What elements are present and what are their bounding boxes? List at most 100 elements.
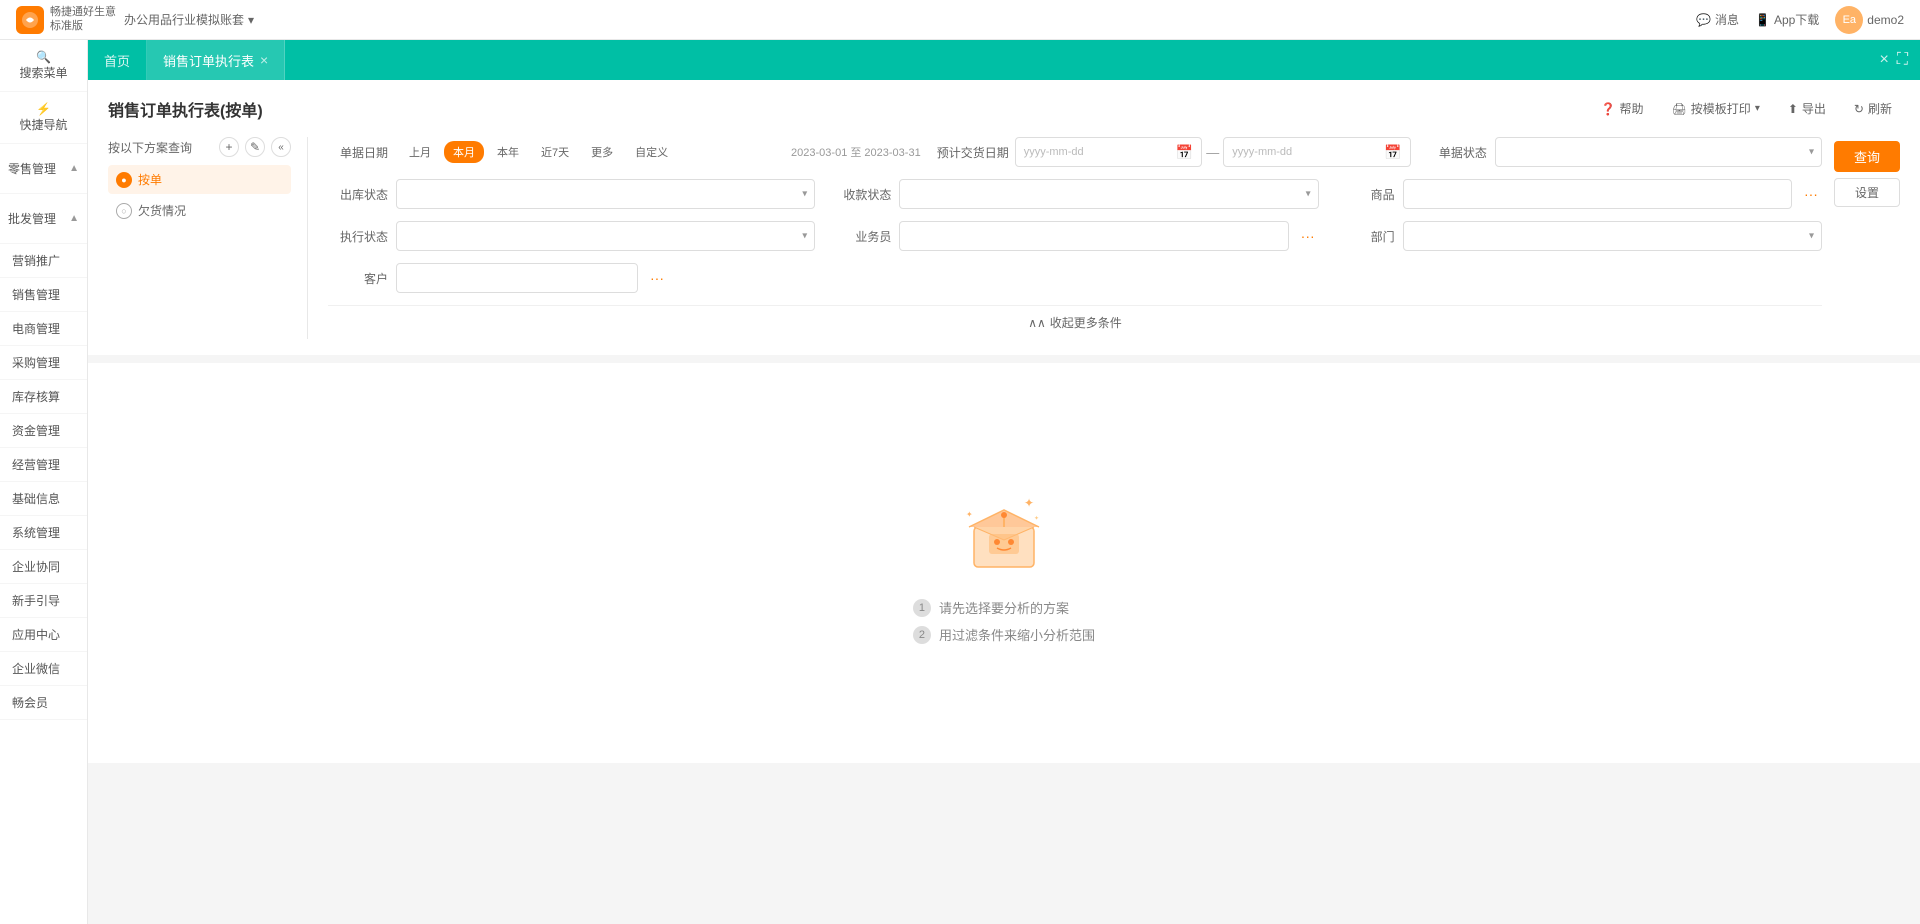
tab-close-icon[interactable]: ×	[260, 53, 268, 67]
collapse-scheme-btn[interactable]: «	[271, 137, 291, 157]
sidebar-item-enterprise[interactable]: 企业协同	[0, 550, 87, 584]
dept-select[interactable]	[1403, 221, 1822, 251]
settings-btn[interactable]: 设置	[1834, 178, 1900, 207]
prev-month-btn[interactable]: 上月	[400, 141, 440, 163]
window-close-btn[interactable]: ×	[1879, 51, 1888, 69]
sidebar-item-apps[interactable]: 应用中心	[0, 618, 87, 652]
header-left: 畅捷通好生意 标准版 办公用品行业模拟账套 ▾	[16, 6, 254, 34]
filter-panel: 销售订单执行表(按单) ❓ 帮助 🖨 按模板打印 ▾ ⬆	[88, 80, 1920, 355]
sidebar-item-retail[interactable]: 零售管理 ▲	[0, 144, 87, 194]
print-arrow-icon: ▾	[1755, 103, 1760, 114]
refresh-btn[interactable]: ↻ 刷新	[1846, 96, 1900, 121]
svg-text:✦: ✦	[1024, 496, 1034, 510]
salesperson-input[interactable]	[899, 221, 1288, 251]
query-btn[interactable]: 查询	[1834, 141, 1900, 172]
export-icon: ⬆	[1788, 102, 1798, 116]
expected-date-range: yyyy-mm-dd 📅 — yyyy-mm-dd 📅	[1015, 137, 1411, 167]
empty-state: ✦ ✦ ✦	[873, 442, 1135, 684]
chevron-right-icon: ▲	[69, 163, 79, 174]
help-btn[interactable]: ❓ 帮助	[1593, 96, 1652, 121]
help-icon: ❓	[1601, 102, 1616, 116]
custom-date-btn[interactable]: 自定义	[626, 141, 677, 163]
exec-status-wrapper: ▾	[396, 221, 815, 251]
filter-order-status-field: 单据状态 ▾	[1427, 137, 1822, 167]
collapse-more-btn[interactable]: ∧∧ 收起更多条件	[328, 305, 1822, 339]
scheme-inactive-icon: ○	[116, 203, 132, 219]
sidebar-item-quick-nav[interactable]: ⚡ 快捷导航	[0, 92, 87, 144]
app-download-btn[interactable]: 📱 App下载	[1755, 11, 1819, 28]
empty-hint-1: 1 请先选择要分析的方案	[913, 598, 1095, 617]
filter-date-field: 单据日期 上月 本月 本年 近7天 更多	[328, 141, 921, 163]
sidebar-item-finance[interactable]: 资金管理	[0, 414, 87, 448]
page-actions: ❓ 帮助 🖨 按模板打印 ▾ ⬆ 导出 ↻	[1593, 96, 1900, 121]
sidebar-item-inventory[interactable]: 库存核算	[0, 380, 87, 414]
product-more-btn[interactable]: ···	[1800, 186, 1822, 202]
quick-nav-icon: ⚡	[36, 102, 51, 116]
scheme-item-order[interactable]: ● 按单	[108, 165, 291, 194]
sidebar-item-marketing[interactable]: 营销推广	[0, 244, 87, 278]
more-date-btn[interactable]: 更多	[582, 141, 622, 163]
customer-label: 客户	[328, 270, 388, 287]
calendar-end-icon[interactable]: 📅	[1384, 144, 1401, 161]
logo-area: 畅捷通好生意 标准版	[16, 6, 116, 34]
sidebar-item-wechat[interactable]: 企业微信	[0, 652, 87, 686]
filter-product-field: 商品 ···	[1335, 179, 1822, 209]
tab-home[interactable]: 首页	[88, 40, 147, 80]
sidebar-item-newbie[interactable]: 新手引导	[0, 584, 87, 618]
filter-main-area: 单据日期 上月 本月 本年 近7天 更多	[328, 137, 1822, 339]
date-quick-btns: 上月 本月 本年 近7天 更多 自定义	[400, 141, 677, 163]
sidebar-item-basics[interactable]: 基础信息	[0, 482, 87, 516]
sidebar-item-search[interactable]: 🔍 搜索菜单	[0, 40, 87, 92]
delivery-status-select[interactable]	[396, 179, 815, 209]
exec-status-select[interactable]	[396, 221, 815, 251]
search-icon: 🔍	[36, 50, 51, 64]
expected-date-start[interactable]: yyyy-mm-dd 📅	[1015, 137, 1203, 167]
add-scheme-btn[interactable]: +	[219, 137, 239, 157]
calendar-start-icon[interactable]: 📅	[1176, 144, 1193, 161]
breadcrumb-dropdown-icon[interactable]: ▾	[248, 13, 254, 27]
print-btn[interactable]: 🖨 按模板打印 ▾	[1664, 96, 1768, 121]
chevron-right-icon2: ▲	[69, 213, 79, 224]
user-menu[interactable]: Ea demo2	[1835, 6, 1904, 34]
empty-hint-2: 2 用过滤条件来缩小分析范围	[913, 625, 1095, 644]
window-expand-btn[interactable]: ⛶	[1897, 51, 1908, 69]
date-separator: —	[1206, 145, 1219, 160]
this-year-btn[interactable]: 本年	[488, 141, 528, 163]
filter-left: 按以下方案查询 + ✎ « ● 按单 ○	[108, 137, 308, 339]
filter-row-2: 出库状态 ▾	[328, 179, 1822, 209]
tab-sales-order[interactable]: 销售订单执行表 ×	[147, 40, 285, 80]
sidebar-item-ecommerce[interactable]: 电商管理	[0, 312, 87, 346]
download-icon: 📱	[1755, 13, 1770, 27]
sidebar-item-wholesale[interactable]: 批发管理 ▲	[0, 194, 87, 244]
delivery-status-label: 出库状态	[328, 186, 388, 203]
customer-input[interactable]	[396, 263, 638, 293]
payment-status-wrapper: ▾	[899, 179, 1318, 209]
svg-text:✦: ✦	[1034, 515, 1039, 522]
export-btn[interactable]: ⬆ 导出	[1780, 96, 1834, 121]
sidebar-item-purchase[interactable]: 采购管理	[0, 346, 87, 380]
breadcrumb[interactable]: 办公用品行业模拟账套 ▾	[124, 11, 254, 28]
sidebar-item-sales[interactable]: 销售管理	[0, 278, 87, 312]
product-input[interactable]	[1403, 179, 1792, 209]
avatar: Ea	[1835, 6, 1863, 34]
sidebar-item-member[interactable]: 畅会员	[0, 686, 87, 720]
filter-body: 按以下方案查询 + ✎ « ● 按单 ○	[108, 137, 1900, 339]
salesperson-more-btn[interactable]: ···	[1297, 228, 1319, 244]
order-status-select[interactable]	[1495, 137, 1822, 167]
filter-row-4: 客户 ···	[328, 263, 1822, 293]
dept-select-wrapper: ▾	[1403, 221, 1822, 251]
filter-delivery-field: 出库状态 ▾	[328, 179, 815, 209]
customer-more-btn[interactable]: ···	[646, 270, 668, 286]
sidebar-item-system[interactable]: 系统管理	[0, 516, 87, 550]
last7-btn[interactable]: 近7天	[532, 141, 578, 163]
edit-scheme-btn[interactable]: ✎	[245, 137, 265, 157]
message-btn[interactable]: 💬 消息	[1696, 11, 1739, 28]
sidebar-item-operations[interactable]: 经营管理	[0, 448, 87, 482]
payment-status-select[interactable]	[899, 179, 1318, 209]
filter-salesperson-field: 业务员 ···	[831, 221, 1318, 251]
scheme-item-shortage[interactable]: ○ 欠货情况	[108, 196, 291, 225]
expected-date-end[interactable]: yyyy-mm-dd 📅	[1223, 137, 1411, 167]
current-month-btn[interactable]: 本月	[444, 141, 484, 163]
collapse-icon: ∧∧	[1028, 316, 1046, 330]
exec-status-label: 执行状态	[328, 228, 388, 245]
